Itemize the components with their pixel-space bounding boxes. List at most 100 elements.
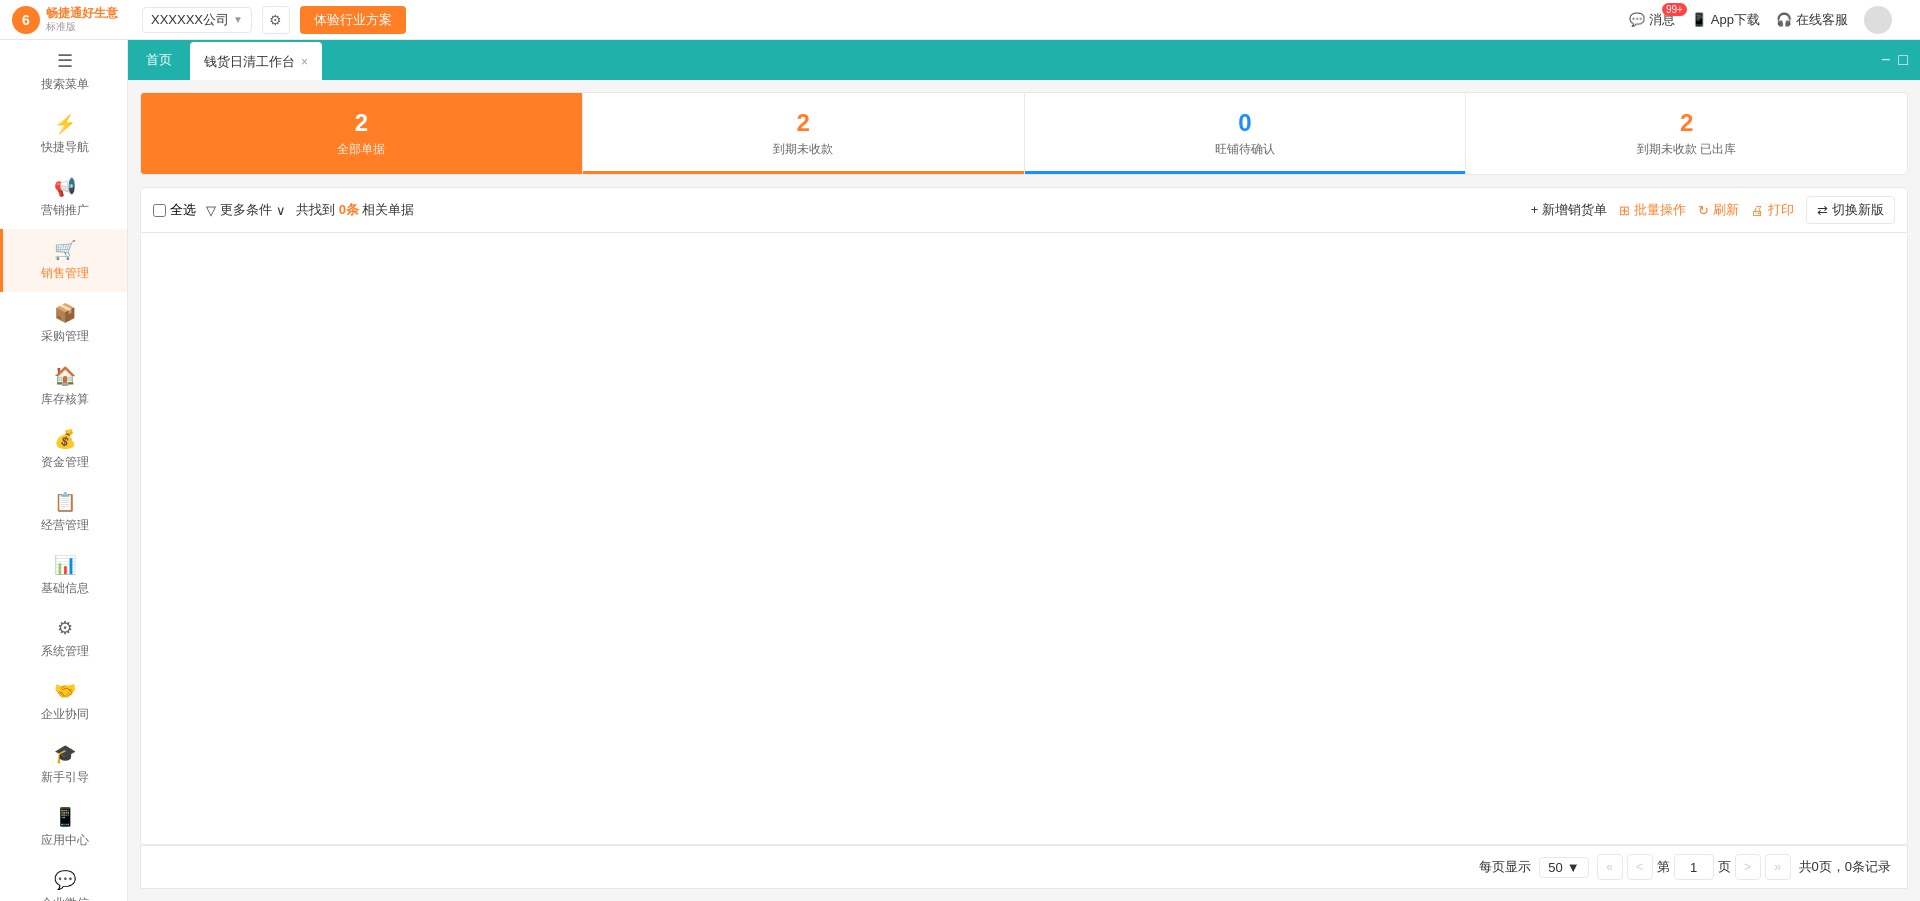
- tab-bar: 首页 钱货日清工作台 × − □: [128, 40, 1920, 80]
- sidebar-item-sales[interactable]: 🛒 销售管理: [0, 229, 127, 292]
- tab-close-icon[interactable]: ×: [301, 55, 308, 69]
- enterprise-icon: 🤝: [54, 680, 76, 702]
- switch-icon: ⇄: [1817, 203, 1828, 218]
- operations-icon: 📋: [54, 491, 76, 513]
- sidebar-item-guide[interactable]: 🎓 新手引导: [0, 733, 127, 796]
- table-area: [140, 233, 1908, 845]
- tab-minimize-button[interactable]: −: [1881, 51, 1890, 69]
- chevron-down-icon: ▼: [233, 14, 243, 25]
- stat-card-shipped[interactable]: 2 到期未收款 已出库: [1466, 93, 1907, 174]
- toolbar-right: + 新增销货单 ⊞ 批量操作 ↻ 刷新 🖨 打印 ⇄: [1531, 196, 1895, 224]
- filter-button[interactable]: ▽ 更多条件 ∨: [206, 201, 286, 219]
- basic-info-icon: 📊: [54, 554, 76, 576]
- logo-title: 畅捷通好生意: [46, 6, 118, 20]
- sales-icon: 🛒: [54, 239, 76, 261]
- prev-page-button[interactable]: <: [1627, 854, 1653, 880]
- sidebar-item-basic-info[interactable]: 📊 基础信息: [0, 544, 127, 607]
- logo-sub: 标准版: [46, 21, 118, 33]
- sidebar-item-label: 库存核算: [41, 391, 89, 408]
- batch-button[interactable]: ⊞ 批量操作: [1619, 201, 1686, 219]
- found-prefix: 共找到: [296, 202, 335, 217]
- switch-button[interactable]: ⇄ 切换新版: [1806, 196, 1895, 224]
- empty-content: [141, 233, 1907, 844]
- tab-active[interactable]: 钱货日清工作台 ×: [190, 42, 322, 82]
- stat-number-shipped: 2: [1680, 109, 1693, 137]
- sidebar-item-purchase[interactable]: 📦 采购管理: [0, 292, 127, 355]
- message-button[interactable]: 💬 消息 99+: [1629, 11, 1675, 29]
- sidebar-item-label: 销售管理: [41, 265, 89, 282]
- toolbar-left: 全选 ▽ 更多条件 ∨ 共找到 0条 相关单据: [153, 201, 414, 219]
- app-download-button[interactable]: 📱 App下载: [1691, 11, 1760, 29]
- select-all-checkbox[interactable]: 全选: [153, 201, 196, 219]
- company-selector[interactable]: XXXXXX公司 ▼: [142, 7, 252, 33]
- print-button[interactable]: 🖨 打印: [1751, 201, 1794, 219]
- quick-nav-icon: ⚡: [54, 113, 76, 135]
- sidebar-item-quick-nav[interactable]: ⚡ 快捷导航: [0, 103, 127, 166]
- sidebar-item-enterprise-wechat[interactable]: 💬 企业微信: [0, 859, 127, 901]
- topbar-left: 6 畅捷通好生意 标准版 XXXXXX公司 ▼ ⚙ 体验行业方案: [12, 6, 406, 34]
- online-service-button[interactable]: 🎧 在线客服: [1776, 11, 1848, 29]
- sidebar-item-label: 采购管理: [41, 328, 89, 345]
- stat-card-wangpu[interactable]: 0 旺铺待确认: [1025, 93, 1467, 174]
- sidebar-item-label: 搜索菜单: [41, 76, 89, 93]
- found-suffix: 相关单据: [362, 202, 414, 217]
- stat-number-overdue: 2: [796, 109, 809, 137]
- tab-home[interactable]: 首页: [128, 40, 190, 80]
- stat-underline-wangpu: [1025, 171, 1466, 174]
- page-content: 2 全部单据 2 到期未收款 0 旺铺待确认 2 到期未收款 已出库: [128, 80, 1920, 901]
- stat-number-all: 2: [355, 109, 368, 137]
- first-page-button[interactable]: «: [1597, 854, 1623, 880]
- sidebar-item-label: 基础信息: [41, 580, 89, 597]
- add-button[interactable]: + 新增销货单: [1531, 201, 1607, 219]
- refresh-icon: ↻: [1698, 203, 1709, 218]
- sidebar-item-operations[interactable]: 📋 经营管理: [0, 481, 127, 544]
- next-page-button[interactable]: >: [1735, 854, 1761, 880]
- trial-button[interactable]: 体验行业方案: [300, 6, 406, 34]
- avatar[interactable]: [1864, 6, 1892, 34]
- logo-text: 畅捷通好生意 标准版: [46, 6, 118, 32]
- stat-card-all[interactable]: 2 全部单据: [141, 93, 583, 174]
- sidebar-item-inventory[interactable]: 🏠 库存核算: [0, 355, 127, 418]
- sidebar-item-label: 新手引导: [41, 769, 89, 786]
- settings-button[interactable]: ⚙: [262, 6, 290, 34]
- sidebar-item-label: 应用中心: [41, 832, 89, 849]
- search-menu-icon: ☰: [57, 50, 73, 72]
- tab-maximize-button[interactable]: □: [1898, 51, 1908, 69]
- per-page-value: 50: [1548, 860, 1562, 875]
- sidebar-item-enterprise[interactable]: 🤝 企业协同: [0, 670, 127, 733]
- finance-icon: 💰: [54, 428, 76, 450]
- sidebar-item-marketing[interactable]: 📢 营销推广: [0, 166, 127, 229]
- sidebar-item-search[interactable]: ☰ 搜索菜单: [0, 40, 127, 103]
- service-icon: 🎧: [1776, 12, 1792, 27]
- stat-card-overdue[interactable]: 2 到期未收款: [583, 93, 1025, 174]
- company-name: XXXXXX公司: [151, 11, 229, 29]
- per-page-label: 每页显示: [1479, 858, 1531, 876]
- found-count: 0条: [339, 202, 359, 217]
- page-input[interactable]: [1674, 854, 1714, 880]
- stat-label-shipped: 到期未收款 已出库: [1637, 141, 1736, 158]
- stat-label-all: 全部单据: [337, 141, 385, 158]
- sidebar-item-system[interactable]: ⚙ 系统管理: [0, 607, 127, 670]
- toolbar: 全选 ▽ 更多条件 ∨ 共找到 0条 相关单据 + 新增销货单: [140, 187, 1908, 233]
- last-page-button[interactable]: »: [1765, 854, 1791, 880]
- purchase-icon: 📦: [54, 302, 76, 324]
- sidebar-item-app-center[interactable]: 📱 应用中心: [0, 796, 127, 859]
- per-page-select[interactable]: 50 ▼: [1539, 857, 1588, 878]
- pagination-bar: 每页显示 50 ▼ « < 第 页 > » 共0页，0条记录: [140, 845, 1908, 889]
- sidebar-item-label: 经营管理: [41, 517, 89, 534]
- sidebar-item-label: 营销推广: [41, 202, 89, 219]
- sidebar-item-finance[interactable]: 💰 资金管理: [0, 418, 127, 481]
- content-area: 首页 钱货日清工作台 × − □ 2 全部单据 2 到期未收款: [128, 40, 1920, 901]
- gear-icon: ⚙: [269, 12, 282, 28]
- tab-label: 钱货日清工作台: [204, 53, 295, 71]
- stat-label-overdue: 到期未收款: [773, 141, 833, 158]
- batch-icon: ⊞: [1619, 203, 1630, 218]
- tab-actions: − □: [1881, 51, 1920, 69]
- message-badge: 99+: [1662, 3, 1687, 16]
- sidebar-item-label: 资金管理: [41, 454, 89, 471]
- app-download-label: App下载: [1711, 11, 1760, 29]
- refresh-button[interactable]: ↻ 刷新: [1698, 201, 1739, 219]
- checkbox-input[interactable]: [153, 204, 166, 217]
- found-text: 共找到 0条 相关单据: [296, 201, 414, 219]
- download-icon: 📱: [1691, 12, 1707, 27]
